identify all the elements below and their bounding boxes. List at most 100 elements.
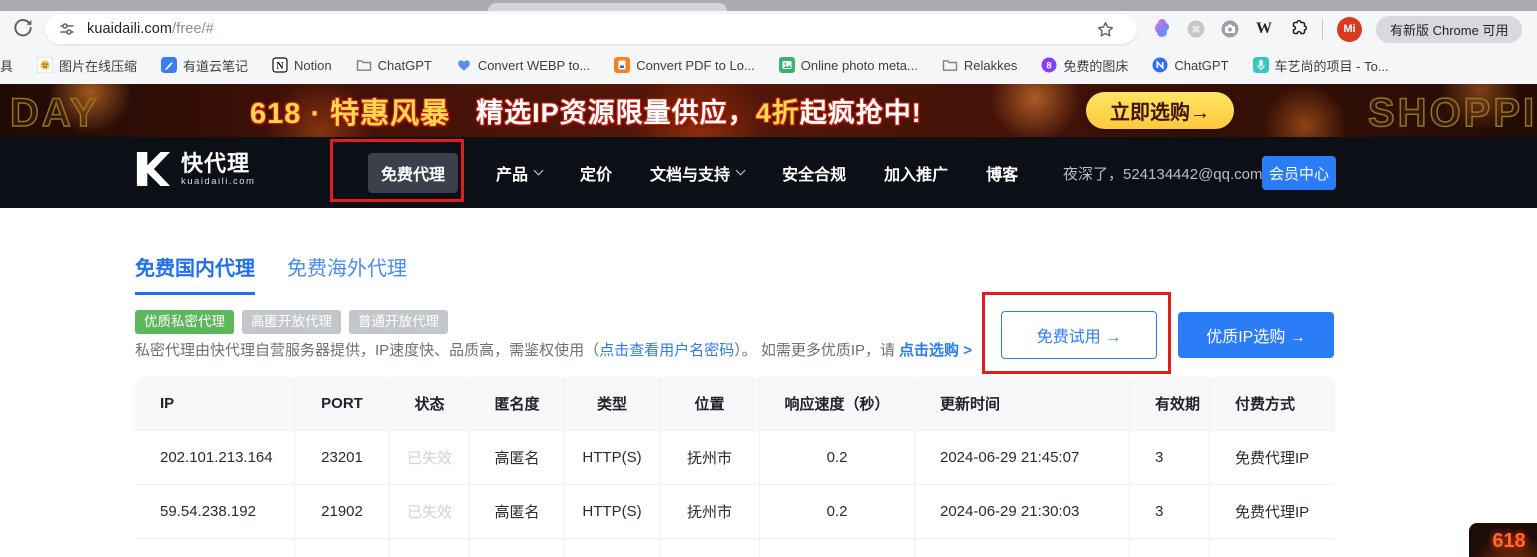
table-cell: 免费代理IP <box>1210 485 1335 538</box>
folder-icon <box>356 57 372 73</box>
banner-text-group: 618 · 特惠风暴 精选IP资源限量供应，4折起疯抢中! <box>250 84 922 137</box>
bookmark-label: Notion <box>294 58 332 73</box>
chevron-down-icon <box>736 166 746 176</box>
bookmark-label: Convert WEBP to... <box>478 58 590 73</box>
tab-domestic-free-proxy[interactable]: 免费国内代理 <box>135 252 255 295</box>
promo-banner: DAY 618 · 特惠风暴 精选IP资源限量供应，4折起疯抢中! 立即选购→ … <box>0 84 1537 137</box>
main-content: 免费国内代理 免费海外代理 优质私密代理 高匿开放代理 普通开放代理 私密代理由… <box>0 208 1537 557</box>
extensions-row: ⌘ W Mi 有新版 Chrome 可用 ⋮ <box>1152 15 1537 43</box>
bookmark-item[interactable]: Relakkes <box>942 57 1017 73</box>
youdao-note-icon <box>161 57 177 73</box>
table-header-cell: PORT <box>295 377 390 430</box>
table-cell: 23202 <box>295 539 390 557</box>
bookmark-item[interactable]: 车艺尚的项目 - To... <box>1253 56 1389 75</box>
nav-item-1[interactable]: 产品 <box>496 161 542 185</box>
url-host: kuaidaili.com <box>87 21 172 37</box>
banner-cta-button[interactable]: 立即选购→ <box>1086 92 1234 129</box>
table-cell: 23201 <box>295 431 390 484</box>
bookmark-label: 有道云笔记 <box>183 56 248 75</box>
brain-extension-icon[interactable] <box>1152 19 1172 39</box>
table-cell: 21902 <box>295 485 390 538</box>
camera-extension-icon[interactable] <box>1220 19 1240 39</box>
pdf-convert-icon <box>614 57 630 73</box>
active-browser-tab[interactable] <box>488 3 727 11</box>
table-cell: HTTP(S) <box>565 539 660 557</box>
view-credentials-link[interactable]: 点击查看用户名密码 <box>599 342 734 359</box>
extensions-puzzle-icon[interactable] <box>1288 19 1308 39</box>
table-cell: 抚州市 <box>660 485 760 538</box>
bookmark-star-icon[interactable] <box>1096 20 1115 44</box>
table-cell: 2024-06-29 21:30:03 <box>915 485 1130 538</box>
site-settings-icon[interactable] <box>59 21 75 37</box>
toolbar-divider <box>1322 19 1323 39</box>
svg-text:⌘: ⌘ <box>1192 25 1201 35</box>
nav-item-0[interactable]: 免费代理 <box>368 153 458 193</box>
bookmark-item[interactable]: ChatGPT <box>1152 57 1228 73</box>
nav-item-label: 博客 <box>986 161 1018 185</box>
table-row: 59.54.238.19221902已失效高匿名HTTP(S)抚州市0.2202… <box>135 484 1335 538</box>
banner-deco-shopping: SHOPPIN <box>1368 91 1537 136</box>
table-header-cell: IP <box>135 377 295 430</box>
bookmark-label: 车艺尚的项目 - To... <box>1275 56 1389 75</box>
chrome-update-chip[interactable]: 有新版 Chrome 可用 <box>1376 16 1522 43</box>
bookmark-item[interactable]: 8 免费的图床 <box>1041 56 1128 75</box>
table-cell: 0.2 <box>760 431 915 484</box>
bookmark-item[interactable]: Convert WEBP to... <box>456 57 590 73</box>
wikipedia-extension-icon[interactable]: W <box>1254 19 1274 39</box>
bookmark-item[interactable]: Online photo meta... <box>779 57 918 73</box>
bookmark-item[interactable]: ChatGPT <box>356 57 432 73</box>
table-cell: 0.2 <box>760 485 915 538</box>
bookmark-label: 图片在线压缩 <box>59 56 137 75</box>
nav-menu: 免费代理 产品 定价 文档与支持 安全合规 加入推广 博客 <box>368 137 1018 208</box>
table-header-cell: 匿名度 <box>470 377 565 430</box>
table-header-cell: 付费方式 <box>1210 377 1335 430</box>
nav-item-6[interactable]: 博客 <box>986 161 1018 185</box>
bookmark-item[interactable]: 工具 <box>0 56 13 75</box>
notion-icon: N <box>272 57 288 73</box>
bookmark-item[interactable]: 图片在线压缩 <box>37 56 137 75</box>
tag-high-anonymity-open-proxy[interactable]: 高匿开放代理 <box>242 310 341 334</box>
table-header-cell: 状态 <box>390 377 470 430</box>
profile-avatar[interactable]: Mi <box>1337 17 1362 42</box>
nav-item-5[interactable]: 加入推广 <box>884 161 948 185</box>
tab-overseas-free-proxy[interactable]: 免费海外代理 <box>287 252 407 295</box>
svg-text:8: 8 <box>1047 61 1052 72</box>
table-cell: 已失效 <box>390 539 470 557</box>
screenshot-root: kuaidaili.com/free/# ⌘ W Mi 有新版 Chrome 可… <box>0 0 1537 557</box>
free-trial-button[interactable]: 免费试用 → <box>1001 311 1157 359</box>
address-bar[interactable]: kuaidaili.com/free/# <box>45 14 1137 44</box>
nav-item-2[interactable]: 定价 <box>580 161 612 185</box>
tag-normal-open-proxy[interactable]: 普通开放代理 <box>349 310 448 334</box>
table-row: 218.95.37.13523202已失效高匿名HTTP(S)抚州市0.2202… <box>135 538 1335 557</box>
bookmark-item[interactable]: Convert PDF to Lo... <box>614 57 755 73</box>
banner-subtitle: 精选IP资源限量供应，4折起疯抢中! <box>476 91 922 130</box>
table-cell: 2024-06-29 21:15:08 <box>915 539 1130 557</box>
todo-teal-icon <box>1253 57 1269 73</box>
kuaidaili-logo[interactable]: 快代理 kuaidaili.com <box>135 151 255 187</box>
nav-item-label: 产品 <box>496 161 528 185</box>
nav-item-4[interactable]: 安全合规 <box>782 161 846 185</box>
table-cell: 高匿名 <box>470 431 565 484</box>
reload-icon[interactable] <box>12 17 34 39</box>
bookmark-label: 免费的图床 <box>1063 56 1128 75</box>
proxy-type-tags: 优质私密代理 高匿开放代理 普通开放代理 <box>135 310 448 334</box>
image-host-icon: 8 <box>1041 57 1057 73</box>
command-extension-icon[interactable]: ⌘ <box>1186 19 1206 39</box>
buy-premium-ip-button[interactable]: 优质IP选购 → <box>1178 312 1334 358</box>
nav-item-3[interactable]: 文档与支持 <box>650 161 744 185</box>
floating-618-badge[interactable]: 618 <box>1469 523 1537 557</box>
bookmark-item[interactable]: N Notion <box>272 57 332 73</box>
banner-deco-day: DAY <box>10 91 100 136</box>
member-center-button[interactable]: 会员中心 <box>1262 156 1336 190</box>
bookmarks-bar: 工具 图片在线压缩 有道云笔记 N Notion ChatGPT Convert WEBP … <box>0 46 1537 84</box>
user-greeting: 夜深了，524134442@qq.com <box>1063 163 1263 184</box>
folder-icon <box>942 57 958 73</box>
heart-icon <box>456 57 472 73</box>
click-to-buy-link[interactable]: 点击选购 > <box>899 342 972 359</box>
table-header-cell: 位置 <box>660 377 760 430</box>
tag-premium-private-proxy[interactable]: 优质私密代理 <box>135 310 234 334</box>
image-compress-icon <box>37 57 53 73</box>
bookmark-item[interactable]: 有道云笔记 <box>161 56 248 75</box>
chevron-down-icon <box>534 166 544 176</box>
nav-item-label: 加入推广 <box>884 161 948 185</box>
